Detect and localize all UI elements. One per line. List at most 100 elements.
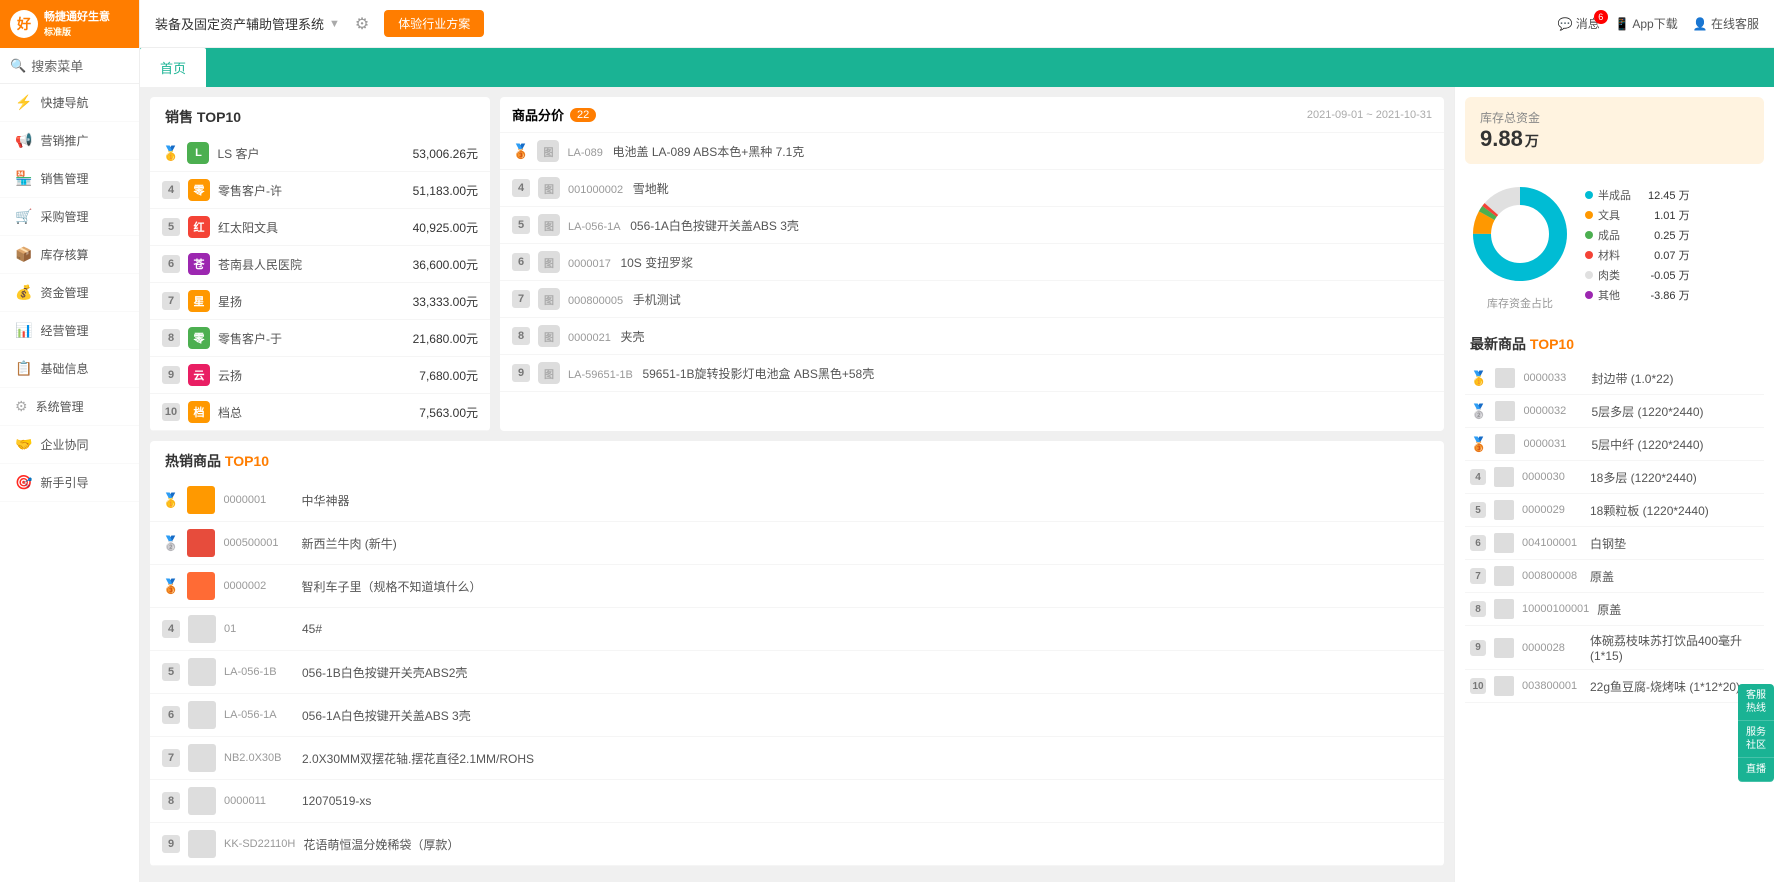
messages-btn[interactable]: 💬 消息 6 (1557, 15, 1599, 32)
app-name: 畅捷通好生意 (44, 10, 110, 24)
tab-home[interactable]: 首页 (140, 48, 206, 87)
newest-name-9: 体碗荔枝味苏打饮品400毫升 (1*15) (1590, 632, 1759, 663)
sales-icon: 🏪 (15, 170, 32, 187)
product-right-item-2: 4 图 001000002 雪地靴 (500, 170, 1444, 207)
sidebar-item-guide[interactable]: 🎯 新手引导 (0, 464, 139, 502)
hot-thumb-6 (188, 701, 216, 729)
hot-code-4: 01 (224, 623, 294, 635)
hot-item-2: 🥈 000500001 新西兰牛肉 (新牛) (150, 522, 1444, 565)
newest-item-6: 6 004100001 白钢垫 (1465, 527, 1764, 560)
legend-dot-other (1585, 291, 1593, 299)
newest-item-2: 🥈 0000032 5层多层 (1220*2440) (1465, 395, 1764, 428)
chevron-down-icon: ▼ (329, 18, 340, 30)
rank-num-6: 8 (162, 329, 180, 347)
inventory-unit: 万 (1525, 133, 1539, 149)
newest-code-8: 10000100001 (1522, 603, 1589, 615)
newest-thumb-9 (1494, 638, 1514, 658)
float-live-btn[interactable]: 直播 (1738, 758, 1774, 782)
newest-name-7: 原盖 (1590, 568, 1759, 585)
hot-thumb-2 (187, 529, 215, 557)
float-community-btn[interactable]: 服务社区 (1738, 721, 1774, 758)
legend-dot-finished (1585, 231, 1593, 239)
system-selector[interactable]: 装备及固定资产辅助管理系统 ▼ (155, 14, 340, 33)
hot-name-8: 12070519-xs (302, 794, 1432, 808)
legend-label-material: 材料 (1598, 247, 1633, 263)
customer-avatar-1: L (187, 142, 209, 164)
app-logo: 好 畅捷通好生意 标准版 (0, 0, 139, 48)
app-download-btn[interactable]: 📱 App下载 (1615, 15, 1678, 32)
products-date-range: 2021-09-01 ~ 2021-10-31 (1307, 109, 1432, 121)
product-rank-3: 5 (512, 216, 530, 234)
sidebar-item-marketing[interactable]: 📢 营销推广 (0, 122, 139, 160)
hot-code-1: 0000001 (223, 494, 293, 506)
hot-rank-9: 9 (162, 835, 180, 853)
customer-amount-7: 7,680.00元 (419, 367, 478, 384)
product-name-7: 59651-1B旋转投影灯电池盒 ABS黑色+58壳 (642, 367, 874, 381)
product-code-4: 0000017 (568, 258, 611, 270)
hot-name-5: 056-1B白色按键开关壳ABS2壳 (302, 664, 1432, 681)
customer-name-8: 档总 (218, 404, 411, 421)
donut-chart: 库存资金占比 (1465, 179, 1575, 311)
customer-name-7: 云扬 (218, 367, 411, 384)
sidebar-item-enterprise[interactable]: 🤝 企业协同 (0, 426, 139, 464)
newest-name-2: 5层多层 (1220*2440) (1591, 403, 1759, 420)
customer-amount-8: 7,563.00元 (419, 404, 478, 421)
product-name-5: 手机测试 (633, 293, 681, 307)
guide-icon: 🎯 (15, 474, 32, 491)
donut-legend: 半成品 12.45 万 文具 1.01 万 成品 0.25 万 (1585, 187, 1690, 303)
legend-label-other: 其他 (1598, 287, 1633, 303)
newest-name-10: 22g鱼豆腐-烧烤味 (1*12*20) (1590, 678, 1759, 695)
sidebar-item-quicknav[interactable]: ⚡ 快捷导航 (0, 84, 139, 122)
customer-amount-3: 40,925.00元 (413, 219, 478, 236)
newest-thumb-8 (1494, 599, 1514, 619)
hot-name-4: 45# (302, 622, 1432, 636)
search-menu[interactable]: 🔍 搜索菜单 (0, 48, 139, 84)
customer-amount-6: 21,680.00元 (413, 330, 478, 347)
sidebar-label-base: 基础信息 (40, 360, 88, 377)
sidebar-item-system[interactable]: ⚙ 系统管理 (0, 388, 139, 426)
product-rank-7: 9 (512, 364, 530, 382)
newest-thumb-2 (1495, 401, 1515, 421)
customer-avatar-6: 零 (188, 327, 210, 349)
legend-meat: 肉类 -0.05 万 (1585, 267, 1690, 283)
online-service-btn[interactable]: 👤 在线客服 (1693, 15, 1759, 32)
sidebar-item-base[interactable]: 📋 基础信息 (0, 350, 139, 388)
hot-rank-6: 6 (162, 706, 180, 724)
hot-item-7: 7 NB2.0X30B 2.0X30MM双摆花轴.摆花直径2.1MM/ROHS (150, 737, 1444, 780)
logo-icon: 好 (10, 10, 38, 38)
newest-code-7: 000800008 (1522, 570, 1582, 582)
inventory-icon: 📦 (15, 246, 32, 263)
float-buttons: 客服热线 服务社区 直播 (1738, 684, 1774, 782)
sidebar-item-operation[interactable]: 📊 经营管理 (0, 312, 139, 350)
hot-rank-5: 5 (162, 663, 180, 681)
message-badge: 6 (1594, 10, 1608, 24)
trial-button[interactable]: 体验行业方案 (384, 10, 484, 37)
newest-name-1: 封边带 (1.0*22) (1591, 370, 1759, 387)
sidebar-item-finance[interactable]: 💰 资金管理 (0, 274, 139, 312)
hot-gold-medal: 🥇 (162, 492, 179, 509)
sidebar-item-sales[interactable]: 🏪 销售管理 (0, 160, 139, 198)
newest-item-9: 9 0000028 体碗荔枝味苏打饮品400毫升 (1*15) (1465, 626, 1764, 670)
legend-val-meat: -0.05 万 (1640, 267, 1689, 283)
settings-icon[interactable]: ⚙ (355, 14, 369, 34)
sidebar-item-purchase[interactable]: 🛒 采购管理 (0, 198, 139, 236)
float-service-btn[interactable]: 客服热线 (1738, 684, 1774, 721)
hot-code-5: LA-056-1B (224, 666, 294, 678)
product-code-5: 000800005 (568, 295, 623, 307)
hot-name-1: 中华神器 (301, 492, 1432, 509)
newest-code-3: 0000031 (1523, 438, 1583, 450)
rank-item-1: 🥇 L LS 客户 53,006.26元 (150, 135, 490, 172)
hot-item-6: 6 LA-056-1A 056-1A白色按键开关盖ABS 3壳 (150, 694, 1444, 737)
enterprise-icon: 🤝 (15, 436, 32, 453)
product-code-7: LA-59651-1B (568, 369, 633, 381)
customer-amount-1: 53,006.26元 (413, 145, 478, 162)
newest-rank-6: 6 (1470, 535, 1486, 551)
customer-ranking-panel: 销售 TOP10 🥇 L LS 客户 53,006.26元 4 零 零售客户-许… (150, 97, 490, 431)
newest-name-5: 18颗粒板 (1220*2440) (1590, 502, 1759, 519)
customer-amount-4: 36,600.00元 (413, 256, 478, 273)
product-right-item-6: 8 图 0000021 夹壳 (500, 318, 1444, 355)
sidebar-label-system: 系统管理 (36, 398, 84, 415)
sidebar-item-inventory[interactable]: 📦 库存核算 (0, 236, 139, 274)
newest-code-1: 0000033 (1523, 372, 1583, 384)
search-icon: 🔍 (10, 58, 26, 74)
